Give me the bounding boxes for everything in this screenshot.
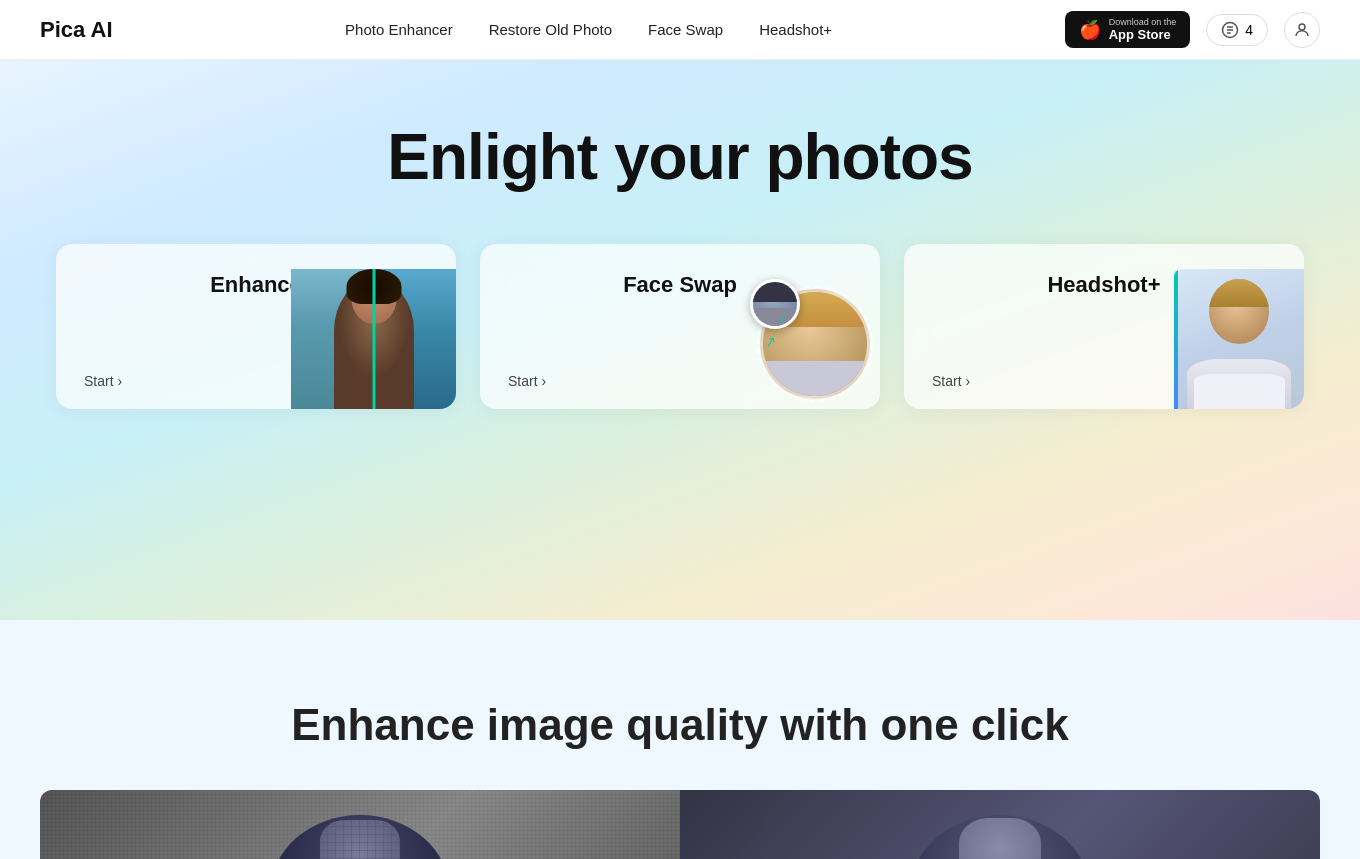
enhanced-half: Enhance: [680, 790, 1320, 859]
headshot-card: Headshot+ Start ›: [904, 244, 1304, 409]
face-swap-card-image: ↓ ↗: [740, 279, 870, 399]
logo[interactable]: Pica AI: [40, 17, 113, 43]
hero-section: Enlight your photos Enhance Start ›: [0, 60, 1360, 620]
enhance-card-image: [291, 269, 456, 409]
nav-restore-old-photo[interactable]: Restore Old Photo: [489, 21, 612, 38]
enhance-card: Enhance Start ›: [56, 244, 456, 409]
nav-face-swap[interactable]: Face Swap: [648, 21, 723, 38]
user-button[interactable]: [1284, 12, 1320, 48]
apple-icon: 🍎: [1079, 19, 1101, 41]
cards-row: Enhance Start ›: [40, 244, 1320, 409]
nav-headshot-plus[interactable]: Headshot+: [759, 21, 832, 38]
app-store-text: Download on the App Store: [1109, 17, 1177, 42]
navbar: Pica AI Photo Enhancer Restore Old Photo…: [0, 0, 1360, 60]
svg-point-1: [1299, 24, 1305, 30]
nav-right: 🍎 Download on the App Store 4: [1065, 11, 1320, 48]
nav-photo-enhancer[interactable]: Photo Enhancer: [345, 21, 453, 38]
app-store-button[interactable]: 🍎 Download on the App Store: [1065, 11, 1191, 48]
headshot-card-image: [1174, 269, 1304, 409]
hero-title: Enlight your photos: [40, 120, 1320, 194]
original-half: Original: [40, 790, 680, 859]
section2-title: Enhance image quality with one click: [40, 700, 1320, 750]
user-icon: [1293, 21, 1311, 39]
nav-links: Photo Enhancer Restore Old Photo Face Sw…: [345, 21, 832, 38]
credits-icon: [1221, 21, 1239, 39]
face-swap-card: Face Swap Start ›: [480, 244, 880, 409]
compare-row: Original Enhance: [40, 790, 1320, 859]
section2: Enhance image quality with one click Ori…: [0, 620, 1360, 859]
credits-button[interactable]: 4: [1206, 14, 1268, 46]
